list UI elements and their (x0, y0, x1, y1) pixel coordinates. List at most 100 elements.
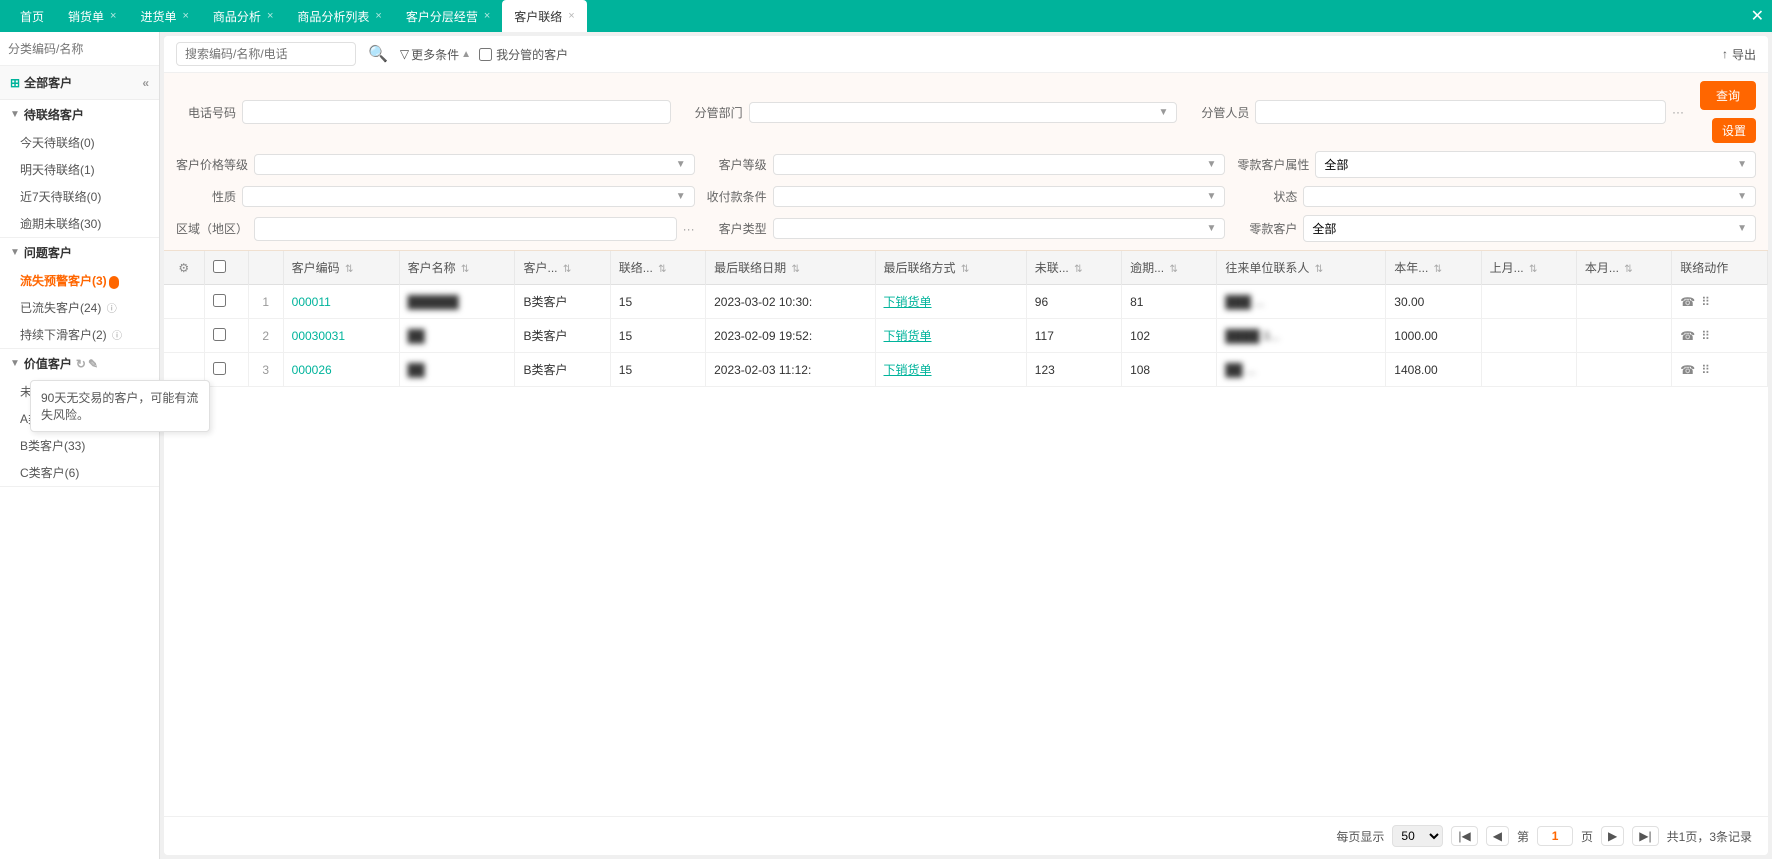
my-customers-checkbox[interactable] (479, 48, 492, 61)
col-this-month[interactable]: 本月... ⇅ (1576, 251, 1671, 285)
prev-page-button[interactable]: ◀ (1486, 826, 1509, 846)
last-page-button[interactable]: ▶| (1632, 826, 1658, 846)
filter-status-select[interactable]: ▼ (1303, 186, 1756, 207)
filter-payment-select[interactable]: ▼ (773, 186, 1226, 207)
action-more-icon[interactable]: ⠿ (1701, 295, 1710, 309)
action-contact-icon[interactable]: ☎ (1680, 295, 1695, 309)
sidebar-item-churn-warning[interactable]: 流失预警客户(3) (0, 267, 159, 294)
filter-gender-select[interactable]: ▼ (242, 186, 695, 207)
row-unit-contact: ███ ... (1217, 285, 1386, 319)
filter-price-level-select[interactable]: ▼ (254, 154, 695, 175)
filter-more-conditions-button[interactable]: ▽ 更多条件 ▲ (400, 46, 471, 63)
first-page-button[interactable]: |◀ (1451, 826, 1477, 846)
settings-button[interactable]: 设置 (1712, 118, 1756, 143)
col-settings[interactable]: ⚙ (164, 251, 204, 285)
sidebar-item-declining[interactable]: 持续下滑客户(2) ⓘ (0, 321, 159, 348)
row-last-month (1481, 353, 1576, 387)
col-overdue[interactable]: 逾期... ⇅ (1122, 251, 1217, 285)
filter-dept-select[interactable]: ▼ (749, 102, 1178, 123)
filter-zero-attr-select[interactable]: 全部 ▼ (1315, 151, 1756, 178)
tab-customer-contact-close[interactable]: × (568, 10, 574, 22)
filter-search-input[interactable] (176, 42, 356, 66)
col-last-contact-date[interactable]: 最后联络日期 ⇅ (706, 251, 875, 285)
filter-phone-input[interactable] (242, 100, 671, 124)
sidebar-item-today[interactable]: 今天待联络(0) (0, 129, 159, 156)
sidebar-item-tomorrow[interactable]: 明天待联络(1) (0, 156, 159, 183)
row-checkbox[interactable] (213, 294, 226, 307)
row-action: ☎ ⠿ (1672, 319, 1768, 353)
row-code[interactable]: 00030031 (283, 319, 399, 353)
tab-sales-order[interactable]: 销货单 × (56, 0, 128, 32)
row-last-contact-method[interactable]: 下销货单 (875, 285, 1026, 319)
tab-customer-tier-close[interactable]: × (484, 10, 490, 22)
query-button[interactable]: 查询 (1700, 81, 1756, 110)
region-more-icon[interactable]: ··· (683, 222, 695, 236)
row-code[interactable]: 000011 (283, 285, 399, 319)
tab-purchase-order-close[interactable]: × (182, 10, 188, 22)
filter-search-button[interactable]: 🔍 (364, 44, 392, 64)
sidebar-section-pending-title[interactable]: ▼ 待联络客户 (0, 100, 159, 129)
page-number-input[interactable] (1537, 826, 1573, 846)
window-close-button[interactable]: ✕ (1751, 6, 1764, 26)
filter-gender-label: 性质 (176, 188, 236, 205)
tab-home[interactable]: 首页 (8, 0, 56, 32)
col-last-month[interactable]: 上月... ⇅ (1481, 251, 1576, 285)
arrow-icon-2: ▼ (10, 247, 20, 258)
tab-product-analysis-close[interactable]: × (267, 10, 273, 22)
col-unit-contact[interactable]: 往来单位联系人 ⇅ (1217, 251, 1386, 285)
tab-product-analysis[interactable]: 商品分析 × (201, 0, 285, 32)
row-last-contact-method[interactable]: 下销货单 (875, 319, 1026, 353)
action-more-icon[interactable]: ⠿ (1701, 329, 1710, 343)
row-action: ☎ ⠿ (1672, 353, 1768, 387)
tab-customer-contact[interactable]: 客户联络 × (502, 0, 586, 32)
action-more-icon[interactable]: ⠿ (1701, 363, 1710, 377)
value-edit-icon[interactable]: ✎ (88, 357, 98, 371)
tab-product-analysis-list-close[interactable]: × (375, 10, 381, 22)
row-name: ██ (399, 353, 515, 387)
sidebar-all-customers[interactable]: ⊞ 全部客户 « (0, 66, 159, 100)
row-checkbox[interactable] (213, 328, 226, 341)
col-last-contact-method[interactable]: 最后联络方式 ⇅ (875, 251, 1026, 285)
filter-staff-input[interactable] (1255, 100, 1666, 124)
filter-region-input[interactable] (254, 217, 677, 241)
filter-zero-customer-select[interactable]: 全部 ▼ (1303, 215, 1756, 242)
tab-customer-contact-label: 客户联络 (514, 8, 562, 25)
row-checkbox-cell (204, 353, 248, 387)
tab-sales-order-close[interactable]: × (110, 10, 116, 22)
staff-more-icon[interactable]: ··· (1672, 105, 1684, 119)
filter-customer-level-select[interactable]: ▼ (773, 154, 1226, 175)
action-contact-icon[interactable]: ☎ (1680, 329, 1695, 343)
tab-customer-tier[interactable]: 客户分层经营 × (394, 0, 502, 32)
col-code[interactable]: 客户编码 ⇅ (283, 251, 399, 285)
col-name[interactable]: 客户名称 ⇅ (399, 251, 515, 285)
col-uncontacted[interactable]: 未联... ⇅ (1026, 251, 1121, 285)
churned-info-icon: ⓘ (107, 304, 117, 315)
tab-product-analysis-list[interactable]: 商品分析列表 × (285, 0, 393, 32)
select-all-checkbox[interactable] (213, 260, 226, 273)
col-contact[interactable]: 联络... ⇅ (610, 251, 705, 285)
sidebar-item-b-class[interactable]: B类客户(33) (0, 432, 159, 459)
tab-purchase-order[interactable]: 进货单 × (128, 0, 200, 32)
next-page-button[interactable]: ▶ (1601, 826, 1624, 846)
sidebar-item-churned[interactable]: 已流失客户(24) ⓘ (0, 294, 159, 321)
sidebar-item-c-class[interactable]: C类客户(6) (0, 459, 159, 486)
row-code[interactable]: 000026 (283, 353, 399, 387)
row-contact: 15 (610, 285, 705, 319)
page-label: 页 (1581, 828, 1593, 845)
col-this-year[interactable]: 本年... ⇅ (1386, 251, 1481, 285)
action-contact-icon[interactable]: ☎ (1680, 363, 1695, 377)
row-last-contact-method[interactable]: 下销货单 (875, 353, 1026, 387)
sidebar-section-value-title[interactable]: ▼ 价值客户 ↻ ✎ (0, 349, 159, 378)
sidebar-item-7days[interactable]: 近7天待联络(0) (0, 183, 159, 210)
col-type[interactable]: 客户... ⇅ (515, 251, 610, 285)
my-customers-checkbox-label[interactable]: 我分管的客户 (479, 46, 568, 63)
page-size-select[interactable]: 50 100 200 (1392, 825, 1443, 847)
export-button[interactable]: ↑ 导出 (1722, 46, 1756, 63)
row-checkbox[interactable] (213, 362, 226, 375)
sidebar-item-overdue[interactable]: 逾期未联络(30) (0, 210, 159, 237)
sidebar-search-input[interactable] (8, 42, 160, 56)
sidebar-section-problem-title[interactable]: ▼ 问题客户 (0, 238, 159, 267)
value-refresh-icon[interactable]: ↻ (76, 357, 86, 371)
filter-customer-type-select[interactable]: ▼ (773, 218, 1226, 239)
tab-sales-order-label: 销货单 (68, 8, 104, 25)
